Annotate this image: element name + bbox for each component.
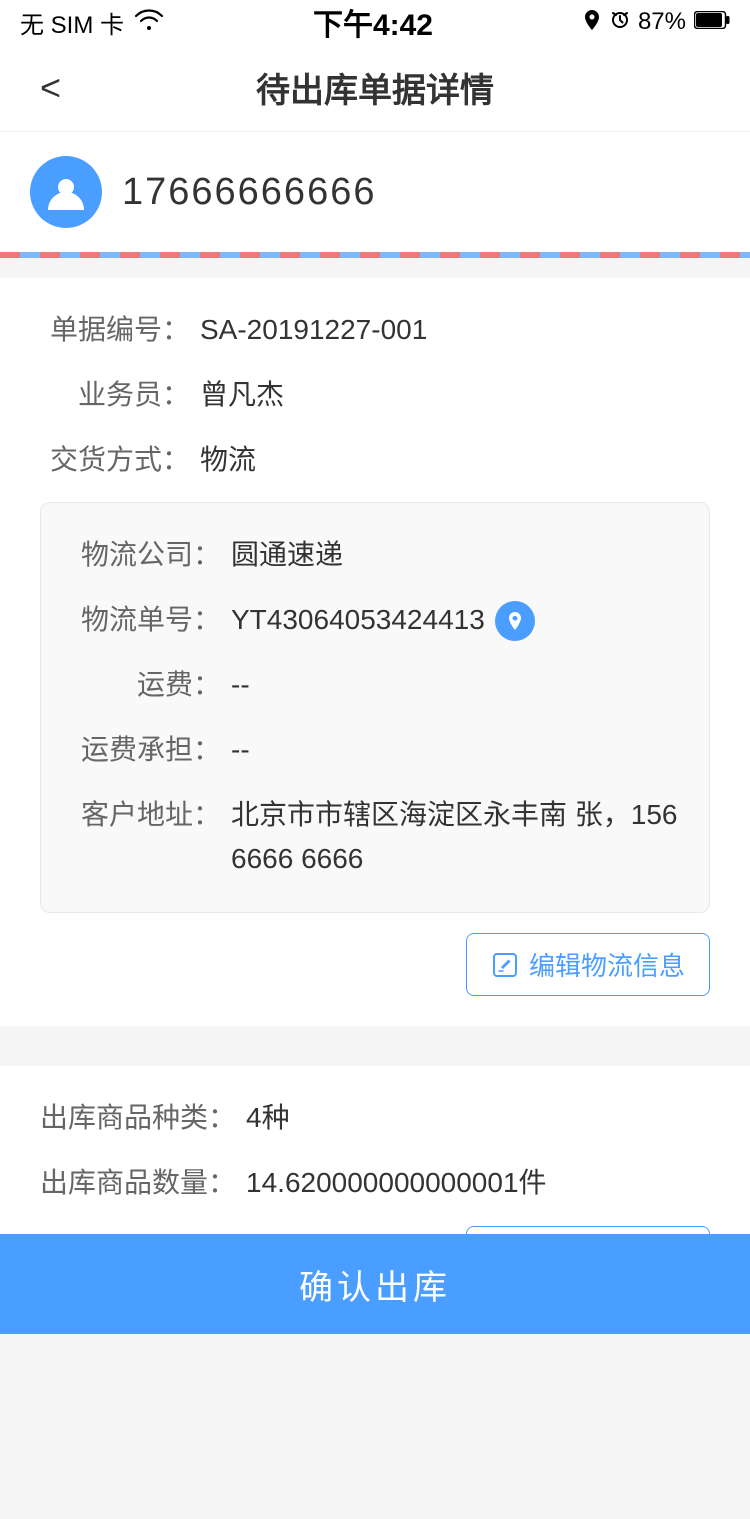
user-header: 17666666666 xyxy=(0,132,750,252)
status-right: 87% xyxy=(582,8,730,37)
goods-quantity-label: 出库商品数量： xyxy=(40,1161,246,1206)
logistics-company-label: 物流公司： xyxy=(71,533,231,578)
address-label: 客户地址： xyxy=(71,793,231,838)
freight-bearer-value: -- xyxy=(231,728,679,773)
edit-logistics-button[interactable]: 编辑物流信息 xyxy=(466,933,710,996)
address-value: 北京市市辖区海淀区永丰南 张，156 6666 6666 xyxy=(231,793,679,883)
goods-quantity-row: 出库商品数量： 14.620000000000001件 xyxy=(40,1161,710,1206)
logistics-company-value: 圆通速递 xyxy=(231,533,679,578)
goods-types-label: 出库商品种类： xyxy=(40,1096,246,1141)
time-label: 下午4:42 xyxy=(313,0,433,44)
logistics-tracking-value: YT43064053424413 xyxy=(231,598,485,643)
logistics-card: 物流公司： 圆通速递 物流单号： YT43064053424413 运费： --… xyxy=(40,502,710,913)
user-phone: 17666666666 xyxy=(122,171,376,214)
alarm-icon xyxy=(610,8,630,37)
freight-row: 运费： -- xyxy=(71,663,679,708)
status-bar: 无 SIM 卡 下午4:42 87% xyxy=(0,0,750,44)
wifi-icon xyxy=(134,8,164,37)
bottom-space xyxy=(0,1319,750,1519)
location-service-icon xyxy=(582,8,602,37)
logistics-company-row: 物流公司： 圆通速递 xyxy=(71,533,679,578)
goods-types-value: 4种 xyxy=(246,1096,710,1141)
edit-btn-wrap: 编辑物流信息 xyxy=(40,933,710,996)
confirm-btn-label: 确认出库 xyxy=(299,1260,451,1309)
logistics-tracking-value-wrap: YT43064053424413 xyxy=(231,598,679,643)
order-info-section: 单据编号： SA-20191227-001 业务员： 曾凡杰 交货方式： 物流 … xyxy=(0,278,750,1026)
logistics-tracking-label: 物流单号： xyxy=(71,598,231,643)
status-left: 无 SIM 卡 xyxy=(20,5,164,40)
freight-label: 运费： xyxy=(71,663,231,708)
avatar xyxy=(30,156,102,228)
location-tracking-button[interactable] xyxy=(495,601,535,641)
address-row: 客户地址： 北京市市辖区海淀区永丰南 张，156 6666 6666 xyxy=(71,793,679,883)
section-divider-1 xyxy=(0,1026,750,1046)
nav-bar: < 待出库单据详情 xyxy=(0,44,750,132)
order-number-value: SA-20191227-001 xyxy=(200,308,710,353)
battery-label: 87% xyxy=(638,8,686,36)
confirm-button[interactable]: 确认出库 xyxy=(0,1234,750,1334)
freight-value: -- xyxy=(231,663,679,708)
logistics-tracking-row: 物流单号： YT43064053424413 xyxy=(71,598,679,643)
delivery-method-value: 物流 xyxy=(200,438,710,483)
edit-icon xyxy=(491,951,519,979)
edit-logistics-label: 编辑物流信息 xyxy=(529,946,685,983)
delivery-method-label: 交货方式： xyxy=(40,438,200,483)
dashed-divider xyxy=(0,252,750,258)
goods-types-row: 出库商品种类： 4种 xyxy=(40,1096,710,1141)
order-number-label: 单据编号： xyxy=(40,308,200,353)
order-number-row: 单据编号： SA-20191227-001 xyxy=(40,308,710,353)
sales-person-label: 业务员： xyxy=(40,373,200,418)
page-title: 待出库单据详情 xyxy=(256,63,494,112)
freight-bearer-row: 运费承担： -- xyxy=(71,728,679,773)
sales-person-value: 曾凡杰 xyxy=(200,373,710,418)
goods-quantity-value: 14.620000000000001件 xyxy=(246,1161,710,1206)
battery-icon xyxy=(694,8,730,36)
delivery-method-row: 交货方式： 物流 xyxy=(40,438,710,483)
sales-person-row: 业务员： 曾凡杰 xyxy=(40,373,710,418)
carrier-label: 无 SIM 卡 xyxy=(20,5,124,40)
back-button[interactable]: < xyxy=(30,57,71,119)
freight-bearer-label: 运费承担： xyxy=(71,728,231,773)
